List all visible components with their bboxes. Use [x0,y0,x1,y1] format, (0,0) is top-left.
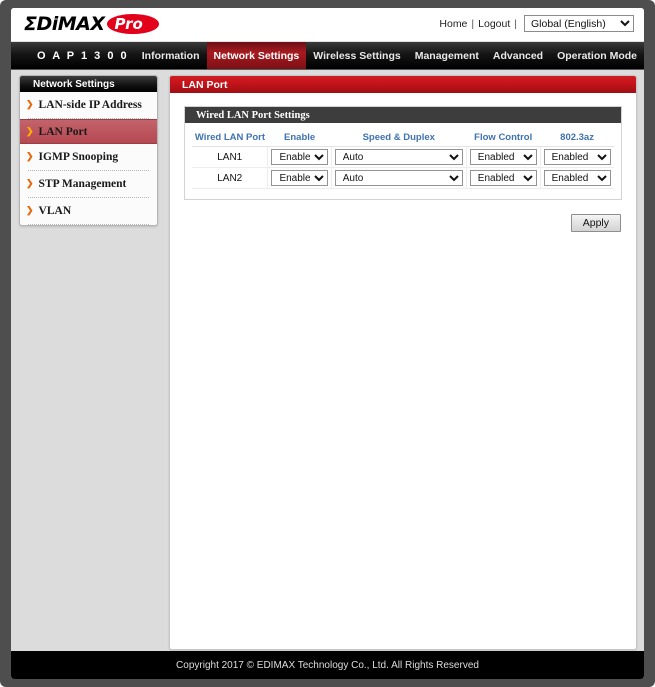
cell-802-3az: Enabled [539,146,614,168]
main-nav-items: Information Network Settings Wireless Se… [135,42,644,69]
chevron-right-icon: ❯ [26,151,34,161]
main-navbar: O A P 1 3 0 0 Information Network Settin… [11,42,644,70]
edimax-pro-logo: ΣDiMAX Pro [24,11,159,37]
cell-flow-control: Enabled [465,167,541,189]
cell-802-3az: Enabled [539,167,614,189]
cell-enable: Enabled [267,146,332,168]
lan-port-table: Wired LAN Port Enable Speed & Duplex Flo… [192,131,614,189]
top-header-links: Home | Logout | Global (English) [438,15,634,32]
sidebar-list: ❯ LAN-side IP Address ❯ LAN Port ❯ IGMP … [20,92,157,225]
page-root: ΣDiMAX Pro Home | Logout | Global (Engli… [11,8,644,679]
chevron-right-icon: ❯ [26,99,34,109]
cell-port-name: LAN1 [192,146,269,168]
section-body: Wired LAN Port Enable Speed & Duplex Flo… [185,123,621,199]
column-header-flow-control: Flow Control [466,131,541,147]
sidebar-item-label: LAN-side IP Address [38,98,142,111]
chevron-right-icon: ❯ [26,205,34,215]
nav-tab-operation-mode[interactable]: Operation Mode [550,42,644,69]
sidebar-item-stp-management[interactable]: ❯ STP Management [20,171,157,196]
table-header-row: Wired LAN Port Enable Speed & Duplex Flo… [192,131,614,147]
footer: Copyright 2017 © EDIMAX Technology Co., … [11,651,644,679]
sidebar-divider [28,223,149,225]
section-title: Wired LAN Port Settings [185,107,621,123]
logo-text: ΣDiMAX [24,12,105,35]
nav-tab-advanced[interactable]: Advanced [486,42,550,69]
eee-802-3az-select-lan1[interactable]: Enabled [543,149,611,165]
page-body: Network Settings ❯ LAN-side IP Address ❯… [11,70,644,655]
sidebar-item-lan-port[interactable]: ❯ LAN Port [20,119,157,144]
browser-frame: ΣDiMAX Pro Home | Logout | Global (Engli… [0,0,655,687]
flow-control-select-lan2[interactable]: Enabled [469,170,537,186]
column-header-802-3az: 802.3az [540,131,614,147]
sidebar-item-label: STP Management [38,177,127,190]
sidebar-item-label: VLAN [38,204,72,217]
table-body: LAN1 Enabled Auto Enabled Enabled LAN2 E… [192,146,614,189]
cell-port-name: LAN2 [192,167,269,189]
nav-tab-management[interactable]: Management [408,42,486,69]
sidebar-item-label: LAN Port [38,125,88,138]
column-header-speed-duplex: Speed & Duplex [331,131,467,147]
sidebar-item-label: IGMP Snooping [38,150,119,163]
apply-button[interactable]: Apply [570,214,621,232]
sidebar-header: Network Settings [20,76,157,92]
home-link[interactable]: Home [438,18,468,30]
logo-pro-badge: Pro [106,13,159,35]
copyright-text: Copyright 2017 © EDIMAX Technology Co., … [176,659,479,671]
top-header: ΣDiMAX Pro Home | Logout | Global (Engli… [11,8,644,42]
nav-tab-information[interactable]: Information [135,42,207,69]
link-separator-2: | [514,17,517,30]
enable-select-lan2[interactable]: Enabled [271,170,328,186]
apply-button-row: Apply [170,214,621,232]
cell-speed-duplex: Auto [330,167,467,189]
wired-lan-port-settings-section: Wired LAN Port Settings Wired LAN Port E… [184,106,622,200]
language-select[interactable]: Global (English) [524,15,634,32]
nav-tab-network-settings[interactable]: Network Settings [206,42,307,69]
flow-control-select-lan1[interactable]: Enabled [469,149,537,165]
chevron-right-icon: ❯ [26,178,34,188]
cell-enable: Enabled [267,167,332,189]
sidebar-item-igmp-snooping[interactable]: ❯ IGMP Snooping [20,144,157,169]
speed-duplex-select-lan2[interactable]: Auto [334,170,463,186]
column-header-enable: Enable [267,131,332,147]
chevron-right-icon: ❯ [26,126,34,136]
cell-speed-duplex: Auto [330,146,467,168]
page-title: LAN Port [170,76,636,93]
sidebar-item-lan-side-ip-address[interactable]: ❯ LAN-side IP Address [20,92,157,117]
device-model-label: O A P 1 3 0 0 [37,49,129,62]
logo-pro-text: Pro [114,15,143,33]
eee-802-3az-select-lan2[interactable]: Enabled [543,170,611,186]
speed-duplex-select-lan1[interactable]: Auto [334,149,463,165]
column-header-wired-lan-port: Wired LAN Port [192,131,268,147]
content-panel: LAN Port Wired LAN Port Settings Wired L… [169,75,637,650]
table-row: LAN2 Enabled Auto Enabled Enabled [192,167,614,189]
logout-link[interactable]: Logout [477,18,511,30]
link-separator-1: | [471,17,475,30]
table-row: LAN1 Enabled Auto Enabled Enabled [192,146,614,168]
cell-flow-control: Enabled [465,146,541,168]
enable-select-lan1[interactable]: Enabled [271,149,328,165]
sidebar: Network Settings ❯ LAN-side IP Address ❯… [19,75,158,226]
sidebar-item-vlan[interactable]: ❯ VLAN [20,198,157,223]
nav-tab-wireless-settings[interactable]: Wireless Settings [306,42,407,69]
table-head: Wired LAN Port Enable Speed & Duplex Flo… [192,131,614,147]
